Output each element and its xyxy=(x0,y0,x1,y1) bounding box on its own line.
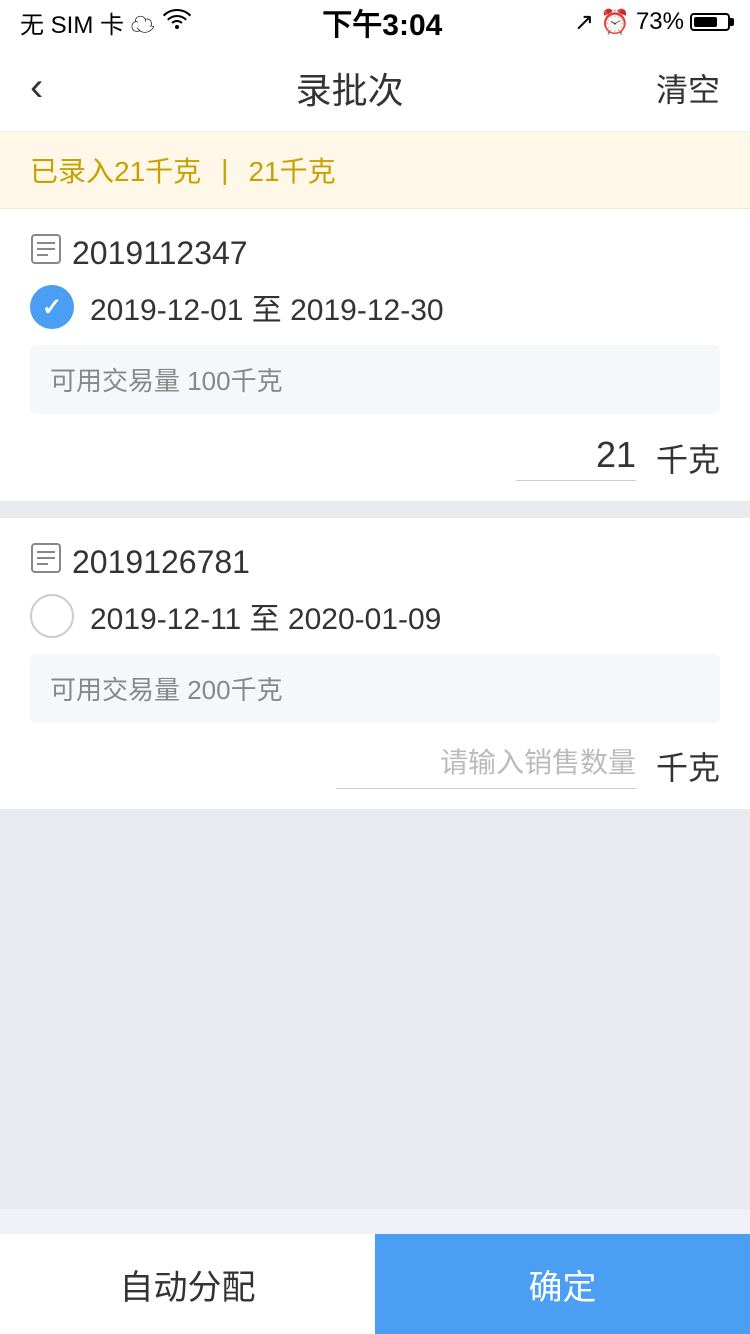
available-qty-1: 可用交易量 100千克 xyxy=(30,345,720,414)
batch1-amount-row: 21 千克 xyxy=(0,414,750,502)
batch-id-2: 2019126781 xyxy=(72,544,250,581)
wifi-icon xyxy=(163,8,191,36)
bottom-bar: 自动分配 确定 xyxy=(0,1234,750,1334)
batch2-input-row: 千克 xyxy=(0,723,750,809)
no-sim-text: 无 SIM 卡 ☁ xyxy=(20,5,155,40)
location-icon: ↗ xyxy=(574,8,594,37)
info-divider: | xyxy=(221,154,228,186)
page-title: 录批次 xyxy=(296,62,404,114)
available-qty-2: 可用交易量 200千克 xyxy=(30,654,720,723)
batch-date-1: 2019-12-01 至 2019-12-30 xyxy=(90,285,444,329)
batch1-amount-wrapper: 21 xyxy=(516,434,636,481)
recorded-amount: 已录入21千克 xyxy=(30,150,201,190)
battery-percentage: 73% xyxy=(636,8,684,36)
nav-bar: ‹ 录批次 清空 xyxy=(0,44,750,132)
batch-id-1: 2019112347 xyxy=(72,235,248,272)
section-separator xyxy=(0,502,750,518)
batch-icon-2 xyxy=(30,542,62,582)
batch2-qty-input[interactable] xyxy=(336,743,636,789)
batch-item-1: 2019112347 ✓ 2019-12-01 至 2019-12-30 可用交… xyxy=(0,209,750,414)
back-button[interactable]: ‹ xyxy=(30,65,43,110)
status-right: ↗ ⏰ 73% xyxy=(574,8,730,37)
confirm-button[interactable]: 确定 xyxy=(375,1234,750,1334)
batch-radio-1[interactable]: ✓ xyxy=(30,285,74,329)
batch-radio-2[interactable] xyxy=(30,594,74,638)
alarm-icon: ⏰ xyxy=(600,8,630,37)
status-bar: 无 SIM 卡 ☁ 下午3:04 ↗ ⏰ 73% xyxy=(0,0,750,44)
checkmark-1: ✓ xyxy=(42,293,62,322)
status-left: 无 SIM 卡 ☁ xyxy=(20,5,191,40)
total-amount: 21千克 xyxy=(248,150,335,190)
clear-button[interactable]: 清空 xyxy=(656,65,720,111)
info-banner: 已录入21千克 | 21千克 xyxy=(0,132,750,209)
batch2-unit-label: 千克 xyxy=(656,743,720,789)
batch1-amount-unit: 千克 xyxy=(656,435,720,481)
auto-distribute-button[interactable]: 自动分配 xyxy=(0,1234,375,1334)
status-time: 下午3:04 xyxy=(322,0,442,44)
battery-icon xyxy=(690,13,730,31)
batch1-amount-value: 21 xyxy=(596,434,636,476)
batch-date-2: 2019-12-11 至 2020-01-09 xyxy=(90,594,441,638)
batch-icon-1 xyxy=(30,233,62,273)
batch-item-2: 2019126781 2019-12-11 至 2020-01-09 可用交易量… xyxy=(0,518,750,723)
bottom-spacer xyxy=(0,809,750,1209)
